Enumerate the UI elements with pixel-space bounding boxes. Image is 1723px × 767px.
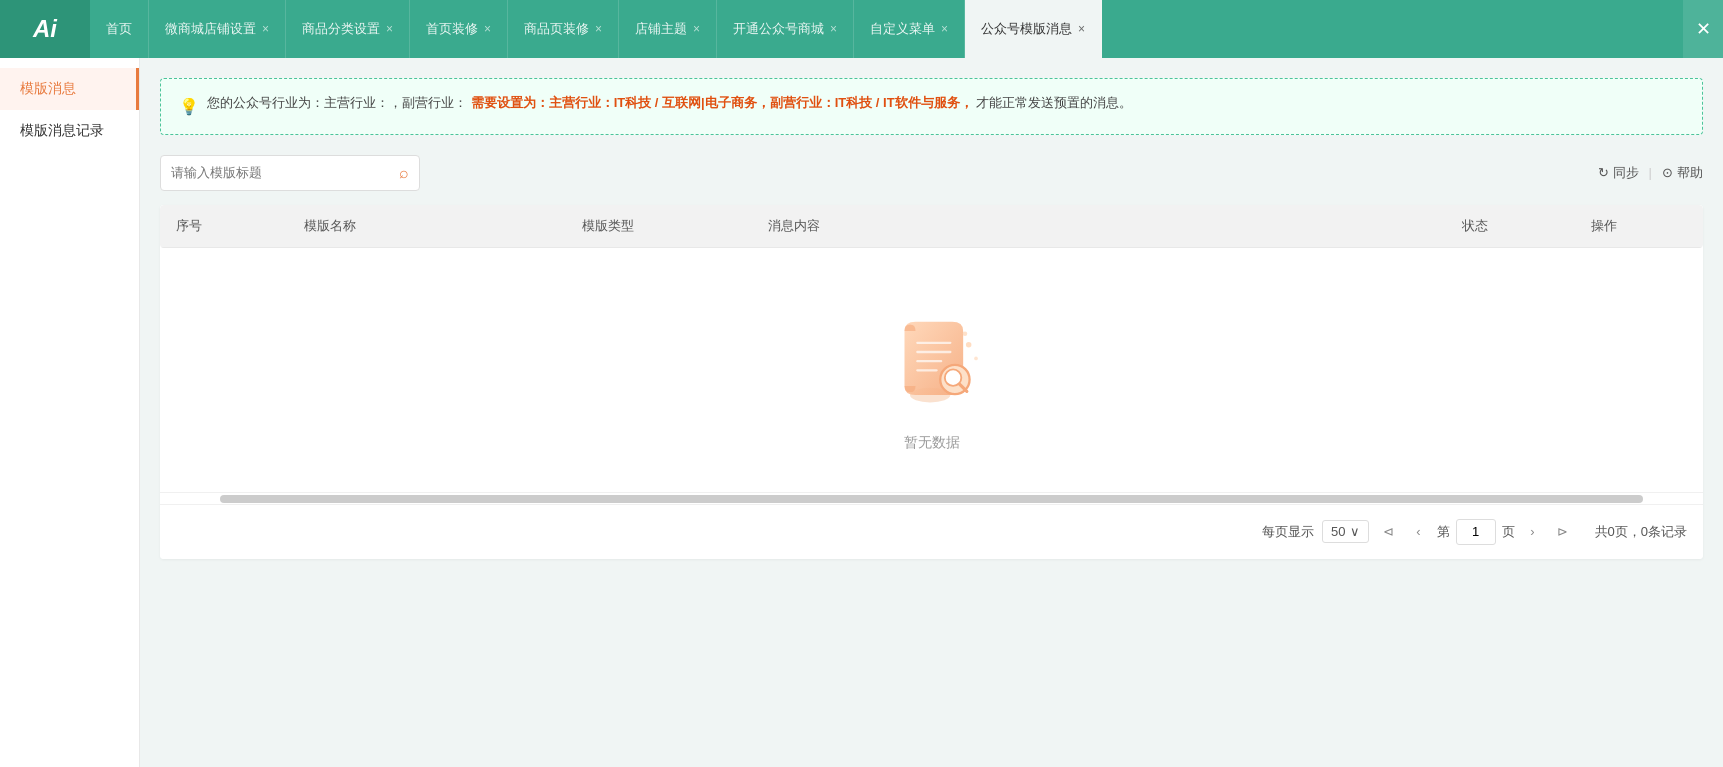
sidebar: 模版消息模版消息记录 bbox=[0, 58, 140, 767]
table-header-row: 序号模版名称模版类型消息内容状态操作 bbox=[160, 205, 1703, 248]
svg-point-8 bbox=[965, 342, 971, 348]
nav-tab-custom-menu[interactable]: 自定义菜单 × bbox=[854, 0, 965, 58]
nav-tab-home[interactable]: 首页 bbox=[90, 0, 149, 58]
top-nav: Ai 首页微商城店铺设置 ×商品分类设置 ×首页装修 ×商品页装修 ×店铺主题 … bbox=[0, 0, 1723, 58]
empty-text: 暂无数据 bbox=[904, 434, 960, 452]
close-all-button[interactable]: ✕ bbox=[1683, 0, 1723, 58]
scroll-track[interactable] bbox=[160, 492, 1703, 504]
close-tab-icon[interactable]: × bbox=[595, 23, 602, 35]
per-page-label: 每页显示 bbox=[1262, 523, 1314, 541]
svg-point-9 bbox=[974, 356, 978, 360]
search-input[interactable] bbox=[171, 165, 399, 180]
col-header-status: 状态 bbox=[1446, 205, 1574, 248]
search-bar: ⌕ ↻ 同步 | ⊙ 帮助 bbox=[160, 155, 1703, 191]
close-tab-icon[interactable]: × bbox=[262, 23, 269, 35]
data-table: 序号模版名称模版类型消息内容状态操作 bbox=[160, 205, 1703, 248]
close-tab-icon[interactable]: × bbox=[386, 23, 393, 35]
pagination-bar: 每页显示 50 ∨ ⊲ ‹ 第 页 › ⊳ 共0页，0条记录 bbox=[160, 504, 1703, 559]
sidebar-item-template-msg[interactable]: 模版消息 bbox=[0, 68, 139, 110]
close-tab-icon[interactable]: × bbox=[830, 23, 837, 35]
table-wrapper: 序号模版名称模版类型消息内容状态操作 bbox=[160, 205, 1703, 559]
close-tab-icon[interactable]: × bbox=[693, 23, 700, 35]
pagination-summary: 共0页，0条记录 bbox=[1595, 523, 1687, 541]
search-icon[interactable]: ⌕ bbox=[399, 164, 409, 182]
notice-box: 💡 您的公众号行业为：主营行业：，副营行业： 需要设置为：主营行业：IT科技 /… bbox=[160, 78, 1703, 135]
col-header-type: 模版类型 bbox=[566, 205, 752, 248]
first-page-button[interactable]: ⊲ bbox=[1377, 520, 1401, 544]
nav-tab-store-theme[interactable]: 店铺主题 × bbox=[619, 0, 717, 58]
divider: | bbox=[1649, 165, 1652, 180]
content-area: 💡 您的公众号行业为：主营行业：，副营行业： 需要设置为：主营行业：IT科技 /… bbox=[140, 58, 1723, 767]
nav-tab-product-decor[interactable]: 商品页装修 × bbox=[508, 0, 619, 58]
nav-tab-shop-settings[interactable]: 微商城店铺设置 × bbox=[149, 0, 286, 58]
next-page-button[interactable]: › bbox=[1521, 520, 1545, 544]
sidebar-item-template-record[interactable]: 模版消息记录 bbox=[0, 110, 139, 152]
nav-tab-home-decor[interactable]: 首页装修 × bbox=[410, 0, 508, 58]
sync-icon: ↻ bbox=[1598, 165, 1609, 180]
close-tab-icon[interactable]: × bbox=[484, 23, 491, 35]
page-label-after: 页 bbox=[1502, 523, 1515, 541]
notice-text: 您的公众号行业为：主营行业：，副营行业： 需要设置为：主营行业：IT科技 / 互… bbox=[207, 93, 1132, 114]
nav-tab-open-store[interactable]: 开通公众号商城 × bbox=[717, 0, 854, 58]
help-icon: ⊙ bbox=[1662, 165, 1673, 180]
page-label-before: 第 bbox=[1437, 523, 1450, 541]
per-page-select[interactable]: 50 ∨ bbox=[1322, 520, 1368, 543]
col-header-content: 消息内容 bbox=[752, 205, 1446, 248]
toolbar-right: ↻ 同步 | ⊙ 帮助 bbox=[1598, 164, 1703, 182]
close-tab-icon[interactable]: × bbox=[1078, 23, 1085, 35]
table-head: 序号模版名称模版类型消息内容状态操作 bbox=[160, 205, 1703, 248]
nav-tabs: 首页微商城店铺设置 ×商品分类设置 ×首页装修 ×商品页装修 ×店铺主题 ×开通… bbox=[90, 0, 1683, 58]
prev-page-button[interactable]: ‹ bbox=[1407, 520, 1431, 544]
col-header-name: 模版名称 bbox=[288, 205, 566, 248]
nav-tab-category-settings[interactable]: 商品分类设置 × bbox=[286, 0, 410, 58]
svg-point-10 bbox=[962, 331, 967, 336]
close-tab-icon[interactable]: × bbox=[941, 23, 948, 35]
sync-button[interactable]: ↻ 同步 bbox=[1598, 164, 1639, 182]
page-input[interactable] bbox=[1456, 519, 1496, 545]
help-button[interactable]: ⊙ 帮助 bbox=[1662, 164, 1703, 182]
scroll-thumb[interactable] bbox=[220, 495, 1643, 503]
col-header-action: 操作 bbox=[1575, 205, 1703, 248]
empty-icon bbox=[877, 308, 987, 418]
logo: Ai bbox=[0, 0, 90, 58]
empty-state: 暂无数据 bbox=[160, 248, 1703, 492]
nav-tab-template-msg[interactable]: 公众号模版消息 × bbox=[965, 0, 1102, 58]
last-page-button[interactable]: ⊳ bbox=[1551, 520, 1575, 544]
pagination-nav: ⊲ ‹ 第 页 › ⊳ bbox=[1377, 519, 1575, 545]
col-header-index: 序号 bbox=[160, 205, 288, 248]
main-layout: 模版消息模版消息记录 💡 您的公众号行业为：主营行业：，副营行业： 需要设置为：… bbox=[0, 58, 1723, 767]
search-input-wrap[interactable]: ⌕ bbox=[160, 155, 420, 191]
chevron-down-icon: ∨ bbox=[1350, 524, 1360, 539]
notice-icon: 💡 bbox=[179, 94, 199, 120]
